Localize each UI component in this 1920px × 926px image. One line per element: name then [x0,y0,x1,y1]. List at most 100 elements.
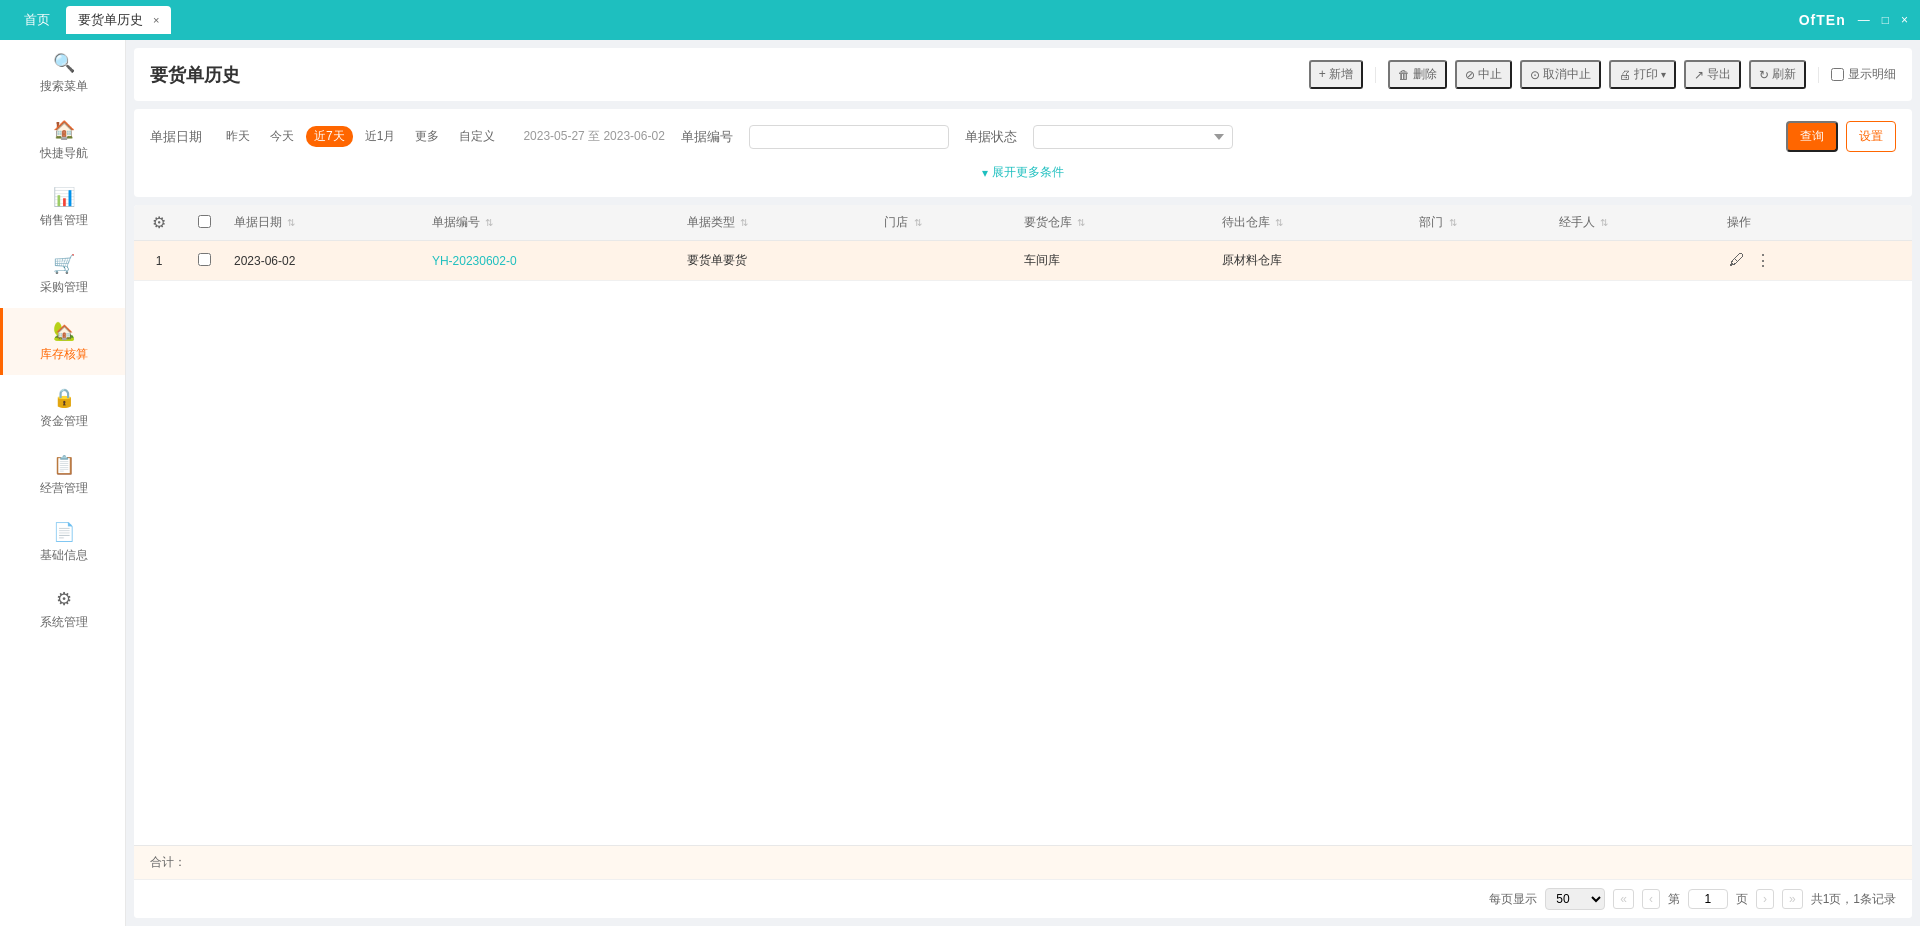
delete-button[interactable]: 🗑 删除 [1388,60,1447,89]
table-row: 1 2023-06-02 YH-20230602-0 要货单要货 车间库 原材料… [134,241,1912,281]
doc-no-input[interactable] [749,125,949,149]
sort-dept-icon[interactable]: ⇅ [1449,217,1457,228]
sort-doctype-icon[interactable]: ⇅ [740,217,748,228]
date-btn-yesterday[interactable]: 昨天 [218,126,258,147]
th-doc-no: 单据编号 ⇅ [422,205,677,241]
th-settings: ⚙ [134,205,184,241]
row-checkbox[interactable] [198,253,211,266]
refresh-label: 刷新 [1772,66,1796,83]
stop-button[interactable]: ⊘ 中止 [1455,60,1512,89]
cell-department [1409,241,1548,281]
date-btn-1month[interactable]: 近1月 [357,126,404,147]
sort-reqwh-icon[interactable]: ⇅ [1077,217,1085,228]
status-select[interactable] [1033,125,1233,149]
show-detail-toggle[interactable]: 显示明细 [1831,66,1896,83]
top-bar-right: OfTEn — □ × [1799,12,1908,28]
main-layout: 🔍 搜索菜单 🏠 快捷导航 📊 销售管理 🛒 采购管理 🏡 库存核算 🔒 资金管… [0,40,1920,926]
expand-more-btn[interactable]: ▾ 展开更多条件 [150,160,1896,185]
sidebar-item-finance[interactable]: 🔒 资金管理 [0,375,125,442]
page-size-select[interactable]: 50 100 200 [1545,888,1605,910]
date-btn-today[interactable]: 今天 [262,126,302,147]
date-btn-7days[interactable]: 近7天 [306,126,353,147]
sidebar-label-nav: 快捷导航 [40,145,88,162]
date-btn-more[interactable]: 更多 [407,126,447,147]
cell-checkbox [184,241,224,281]
maximize-icon[interactable]: □ [1882,13,1889,27]
sort-docno-icon[interactable]: ⇅ [485,217,493,228]
sidebar-item-sales[interactable]: 📊 销售管理 [0,174,125,241]
sort-date-icon[interactable]: ⇅ [287,217,295,228]
next-page-button[interactable]: › [1756,889,1774,909]
sidebar-item-search[interactable]: 🔍 搜索菜单 [0,40,125,107]
expand-more-label: 展开更多条件 [992,164,1064,181]
settings-button[interactable]: 设置 [1846,121,1896,152]
print-dropdown-icon: ▾ [1661,69,1666,80]
refresh-button[interactable]: ↻ 刷新 [1749,60,1806,89]
th-pending-warehouse: 待出仓库 ⇅ [1212,205,1410,241]
cancel-stop-label: 取消中止 [1543,66,1591,83]
sidebar-label-operations: 经营管理 [40,480,88,497]
show-detail-checkbox[interactable] [1831,68,1844,81]
date-range-display: 2023-05-27 至 2023-06-02 [523,128,664,145]
cell-handler [1549,241,1718,281]
first-page-button[interactable]: « [1613,889,1634,909]
th-checkbox [184,205,224,241]
last-page-button[interactable]: » [1782,889,1803,909]
pagination: 每页显示 50 100 200 « ‹ 第 页 › » 共1页，1条记录 [134,879,1912,918]
table-scroll[interactable]: ⚙ 单据日期 ⇅ 单据编号 ⇅ [134,205,1912,845]
divider-2 [1818,67,1819,83]
sidebar-item-system[interactable]: ⚙ 系统管理 [0,576,125,643]
date-buttons: 昨天 今天 近7天 近1月 更多 自定义 [218,126,503,147]
query-button[interactable]: 查询 [1786,121,1838,152]
row-more-button[interactable]: ⋮ [1753,249,1773,272]
prev-page-button[interactable]: ‹ [1642,889,1660,909]
tab-home[interactable]: 首页 [12,6,62,34]
brand-text: OfTEn [1799,12,1846,28]
expand-more-icon: ▾ [982,166,988,180]
sidebar-label-inventory: 库存核算 [40,346,88,363]
cell-doc-no: YH-20230602-0 [422,241,677,281]
cell-doc-type: 要货单要货 [677,241,875,281]
sidebar-item-basic[interactable]: 📄 基础信息 [0,509,125,576]
minimize-icon[interactable]: — [1858,13,1870,27]
table-settings-icon[interactable]: ⚙ [152,214,166,231]
sidebar-item-operations[interactable]: 📋 经营管理 [0,442,125,509]
page-size-label: 每页显示 [1489,891,1537,908]
filter-row-1: 单据日期 昨天 今天 近7天 近1月 更多 自定义 2023-05-27 至 2… [150,121,1896,152]
tab-close-icon[interactable]: × [153,14,159,26]
sidebar-item-purchase[interactable]: 🛒 采购管理 [0,241,125,308]
sidebar-label-sales: 销售管理 [40,212,88,229]
cell-date: 2023-06-02 [224,241,422,281]
sidebar-item-nav[interactable]: 🏠 快捷导航 [0,107,125,174]
page-number-input[interactable] [1688,889,1728,909]
export-label: 导出 [1707,66,1731,83]
page-title: 要货单历史 [150,63,240,87]
th-department: 部门 ⇅ [1409,205,1548,241]
inventory-icon: 🏡 [53,320,75,342]
header-actions: + 新增 🗑 删除 ⊘ 中止 ⊙ 取消中止 🖨 打印 ▾ [1309,60,1896,89]
sort-store-icon[interactable]: ⇅ [914,217,922,228]
stop-label: 中止 [1478,66,1502,83]
print-button[interactable]: 🖨 打印 ▾ [1609,60,1676,89]
new-button[interactable]: + 新增 [1309,60,1363,89]
cancel-stop-button[interactable]: ⊙ 取消中止 [1520,60,1601,89]
operations-icon: 📋 [53,454,75,476]
close-window-icon[interactable]: × [1901,13,1908,27]
sidebar-label-search: 搜索菜单 [40,78,88,95]
date-btn-custom[interactable]: 自定义 [451,126,503,147]
sidebar-item-inventory[interactable]: 🏡 库存核算 [0,308,125,375]
delete-icon: 🗑 [1398,68,1410,82]
sort-handler-icon[interactable]: ⇅ [1600,217,1608,228]
row-edit-button[interactable]: 🖊 [1727,249,1747,272]
select-all-checkbox[interactable] [198,215,211,228]
sort-pendwh-icon[interactable]: ⇅ [1275,217,1283,228]
purchase-icon: 🛒 [53,253,75,275]
sidebar-label-system: 系统管理 [40,614,88,631]
doc-no-link[interactable]: YH-20230602-0 [432,254,517,268]
cell-req-warehouse: 车间库 [1014,241,1212,281]
stop-icon: ⊘ [1465,68,1475,82]
th-handler: 经手人 ⇅ [1549,205,1718,241]
export-button[interactable]: ↗ 导出 [1684,60,1741,89]
tab-active[interactable]: 要货单历史 × [66,6,171,34]
main-table: ⚙ 单据日期 ⇅ 单据编号 ⇅ [134,205,1912,281]
